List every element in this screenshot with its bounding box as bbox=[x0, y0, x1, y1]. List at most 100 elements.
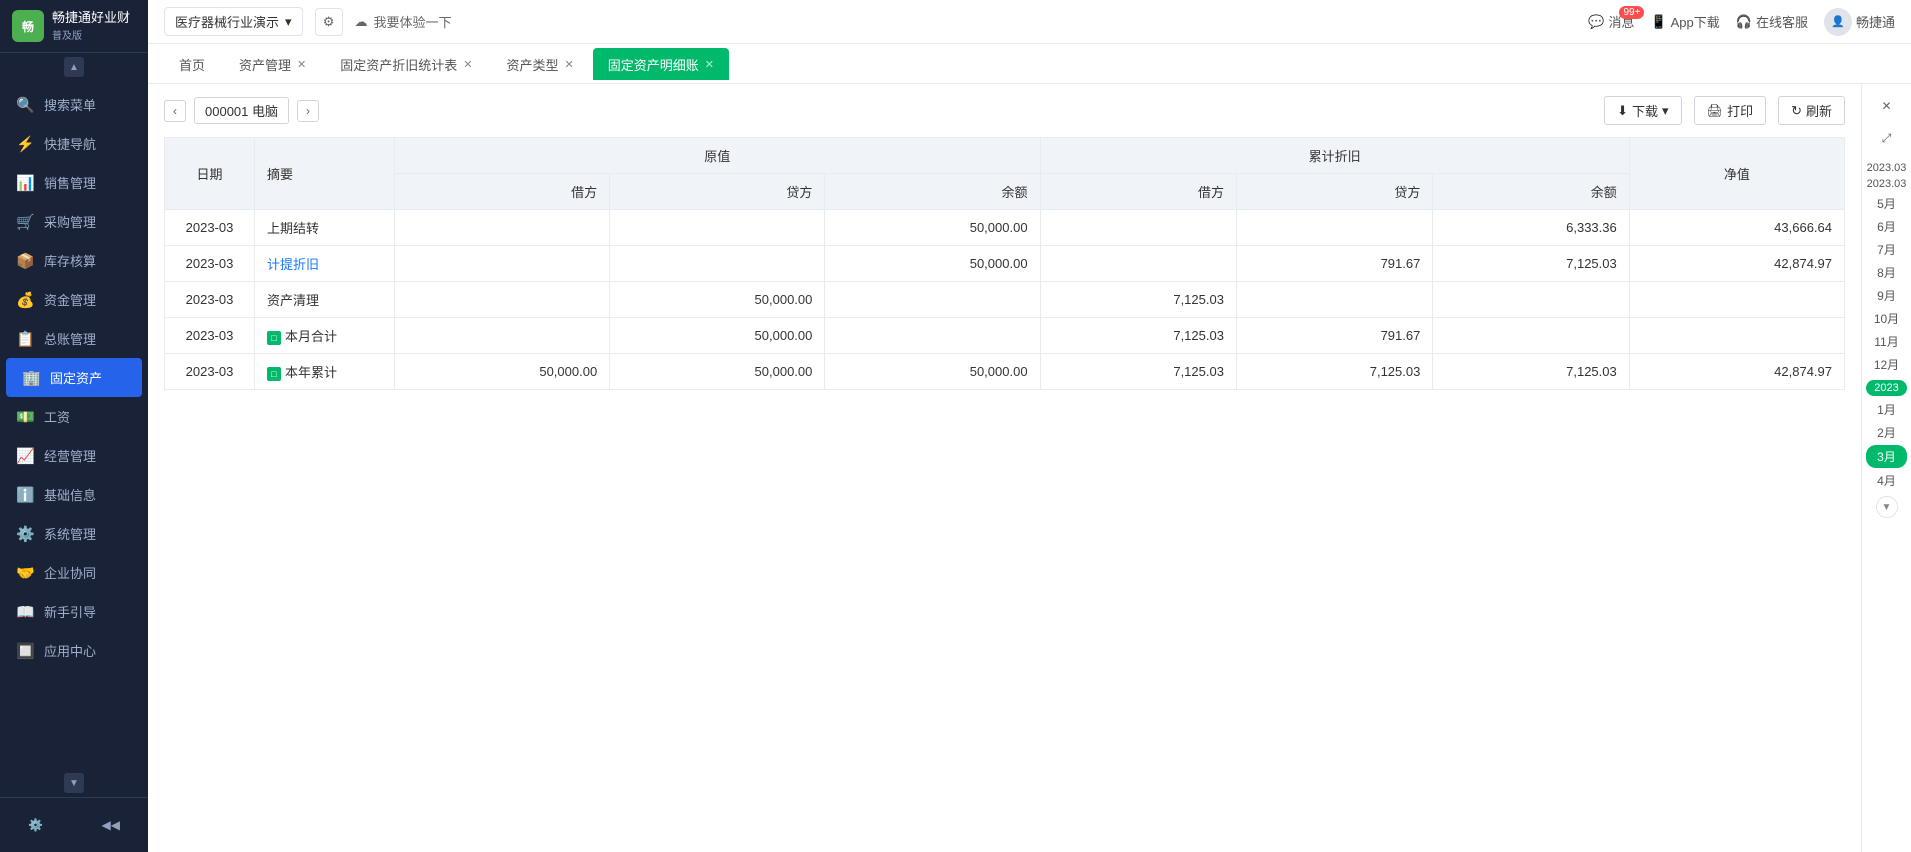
cell-orig-debit bbox=[395, 210, 610, 246]
ledger-table: 日期 摘要 原值 累计折旧 净值 bbox=[164, 137, 1845, 390]
month-7[interactable]: 7月 bbox=[1862, 238, 1911, 261]
download-button[interactable]: ⬇ 下载 ▾ bbox=[1604, 96, 1681, 125]
user-profile-button[interactable]: 👤 畅捷通 bbox=[1824, 8, 1895, 36]
summary-badge-icon: □ bbox=[267, 367, 281, 381]
cooperation-icon: 🤝 bbox=[16, 564, 34, 582]
sidebar-item-basic-info[interactable]: ℹ️ 基础信息 bbox=[0, 475, 148, 514]
month-12[interactable]: 12月 bbox=[1862, 353, 1911, 376]
month-11[interactable]: 11月 bbox=[1862, 330, 1911, 353]
sidebar-item-payroll[interactable]: 💵 工资 bbox=[0, 397, 148, 436]
system-icon: ⚙️ bbox=[16, 525, 34, 543]
sidebar-item-fixed-assets[interactable]: 🏢 固定资产 bbox=[6, 358, 142, 397]
panel-expand-button[interactable]: ⤢ bbox=[1873, 124, 1901, 152]
tab-home[interactable]: 首页 bbox=[164, 48, 220, 80]
tab-asset-type[interactable]: 资产类型 ✕ bbox=[491, 48, 588, 80]
scroll-down-button[interactable]: ▼ bbox=[1876, 496, 1898, 518]
asset-prev-button[interactable]: ‹ bbox=[164, 100, 186, 122]
sidebar-item-inventory[interactable]: 📦 库存核算 bbox=[0, 241, 148, 280]
month-10[interactable]: 10月 bbox=[1862, 307, 1911, 330]
sidebar-item-cooperation[interactable]: 🤝 企业协同 bbox=[0, 553, 148, 592]
sidebar-item-ledger[interactable]: 📋 总账管理 bbox=[0, 319, 148, 358]
messages-button[interactable]: 💬 消息 99+ bbox=[1588, 12, 1634, 31]
sidebar-item-app-center[interactable]: 🔲 应用中心 bbox=[0, 631, 148, 670]
sidebar-item-label: 系统管理 bbox=[44, 524, 96, 543]
tab-close-icon[interactable]: ✕ bbox=[463, 58, 472, 71]
sidebar-item-search[interactable]: 🔍 搜索菜单 bbox=[0, 85, 148, 124]
tab-label: 固定资产折旧统计表 bbox=[340, 55, 457, 74]
cell-summary: 计提折旧 bbox=[255, 246, 395, 282]
asset-next-button[interactable]: › bbox=[297, 100, 319, 122]
customer-service-icon: 🎧 bbox=[1736, 14, 1752, 30]
header-gear-button[interactable]: ⚙ bbox=[315, 8, 343, 36]
sidebar-collapse-btn[interactable]: ◀◀ bbox=[86, 810, 136, 840]
month-5[interactable]: 5月 bbox=[1862, 192, 1911, 215]
sidebar-item-finance[interactable]: 💰 资金管理 bbox=[0, 280, 148, 319]
cell-date: 2023-03 bbox=[165, 210, 255, 246]
sidebar-item-guide[interactable]: 📖 新手引导 bbox=[0, 592, 148, 631]
company-selector[interactable]: 医疗器械行业演示 ▾ bbox=[164, 7, 303, 36]
tab-close-icon[interactable]: ✕ bbox=[297, 58, 306, 71]
dropdown-icon: ▾ bbox=[285, 14, 292, 30]
print-button[interactable]: 🖨 打印 bbox=[1694, 96, 1767, 125]
customer-service-button[interactable]: 🎧 在线客服 bbox=[1736, 12, 1808, 31]
tab-depreciation-stats[interactable]: 固定资产折旧统计表 ✕ bbox=[325, 48, 487, 80]
purchase-icon: 🛒 bbox=[16, 213, 34, 231]
sidebar-item-system[interactable]: ⚙️ 系统管理 bbox=[0, 514, 148, 553]
month-3[interactable]: 3月 bbox=[1866, 445, 1907, 468]
cell-summary: □本月合计 bbox=[255, 318, 395, 354]
tab-asset-detail[interactable]: 固定资产明细账 ✕ bbox=[593, 48, 729, 80]
cell-accum-debit: 7,125.03 bbox=[1040, 318, 1236, 354]
cell-accum-balance bbox=[1433, 282, 1629, 318]
cell-orig-balance: 50,000.00 bbox=[825, 210, 1040, 246]
cell-date: 2023-03 bbox=[165, 246, 255, 282]
trial-label: 我要体验一下 bbox=[374, 12, 452, 31]
app-download-label: App下载 bbox=[1671, 12, 1720, 31]
messages-badge: 99+ bbox=[1619, 6, 1644, 19]
asset-navigation: ‹ 000001 电脑 › ⬇ 下载 ▾ 🖨 打印 bbox=[164, 96, 1845, 125]
tab-close-icon[interactable]: ✕ bbox=[565, 58, 574, 71]
cell-orig-debit: 50,000.00 bbox=[395, 354, 610, 390]
summary-link[interactable]: 计提折旧 bbox=[267, 257, 319, 272]
panel-close-button[interactable]: ✕ bbox=[1873, 92, 1901, 120]
user-avatar: 👤 bbox=[1824, 8, 1852, 36]
logo-title: 畅捷通好业财 bbox=[52, 10, 130, 27]
sidebar-item-purchase[interactable]: 🛒 采购管理 bbox=[0, 202, 148, 241]
month-8[interactable]: 8月 bbox=[1862, 261, 1911, 284]
sidebar-item-quick-nav[interactable]: ⚡ 快捷导航 bbox=[0, 124, 148, 163]
sidebar-bottom: ⚙️ ◀◀ bbox=[0, 797, 148, 852]
app-center-icon: 🔲 bbox=[16, 642, 34, 660]
app-download-button[interactable]: 📱 App下载 bbox=[1650, 12, 1719, 31]
month-9[interactable]: 9月 bbox=[1862, 284, 1911, 307]
cell-net-value bbox=[1629, 282, 1844, 318]
trial-button[interactable]: ☁ 我要体验一下 bbox=[355, 12, 452, 31]
table-row: 2023-03 □本月合计 50,000.00 7,125.03 791.67 bbox=[165, 318, 1845, 354]
sidebar-scroll-up[interactable]: ▲ bbox=[64, 57, 84, 77]
month-6[interactable]: 6月 bbox=[1862, 215, 1911, 238]
cell-orig-credit: 50,000.00 bbox=[610, 354, 825, 390]
tab-label: 资产管理 bbox=[239, 55, 291, 74]
sidebar-scroll-down[interactable]: ▼ bbox=[64, 773, 84, 793]
header-right: 💬 消息 99+ 📱 App下载 🎧 在线客服 👤 畅捷通 bbox=[1588, 8, 1895, 36]
sidebar-item-sales[interactable]: 📊 销售管理 bbox=[0, 163, 148, 202]
refresh-button[interactable]: ↻ 刷新 bbox=[1778, 96, 1845, 125]
month-4[interactable]: 4月 bbox=[1862, 469, 1911, 492]
sidebar-item-label: 总账管理 bbox=[44, 329, 96, 348]
month-2[interactable]: 2月 bbox=[1862, 421, 1911, 444]
top-year-label: 2023.03 bbox=[1862, 160, 1911, 176]
month-1[interactable]: 1月 bbox=[1862, 398, 1911, 421]
sidebar-item-operations[interactable]: 📈 经营管理 bbox=[0, 436, 148, 475]
top-header: 医疗器械行业演示 ▾ ⚙ ☁ 我要体验一下 💬 消息 99+ 📱 App下载 🎧… bbox=[148, 0, 1911, 44]
cell-net-value bbox=[1629, 318, 1844, 354]
logo-icon: 畅 bbox=[12, 10, 44, 42]
tab-asset-mgmt[interactable]: 资产管理 ✕ bbox=[224, 48, 321, 80]
payroll-icon: 💵 bbox=[16, 408, 34, 426]
print-icon: 🖨 bbox=[1707, 103, 1724, 119]
sidebar-item-label: 固定资产 bbox=[50, 368, 102, 387]
asset-code-text: 000001 电脑 bbox=[205, 104, 278, 119]
sidebar-settings-btn[interactable]: ⚙️ bbox=[12, 810, 59, 840]
cell-net-value: 42,874.97 bbox=[1629, 354, 1844, 390]
inventory-icon: 📦 bbox=[16, 252, 34, 270]
tab-close-icon[interactable]: ✕ bbox=[705, 58, 714, 71]
prev-icon: ‹ bbox=[173, 104, 177, 118]
th-orig-credit: 贷方 bbox=[610, 174, 825, 210]
